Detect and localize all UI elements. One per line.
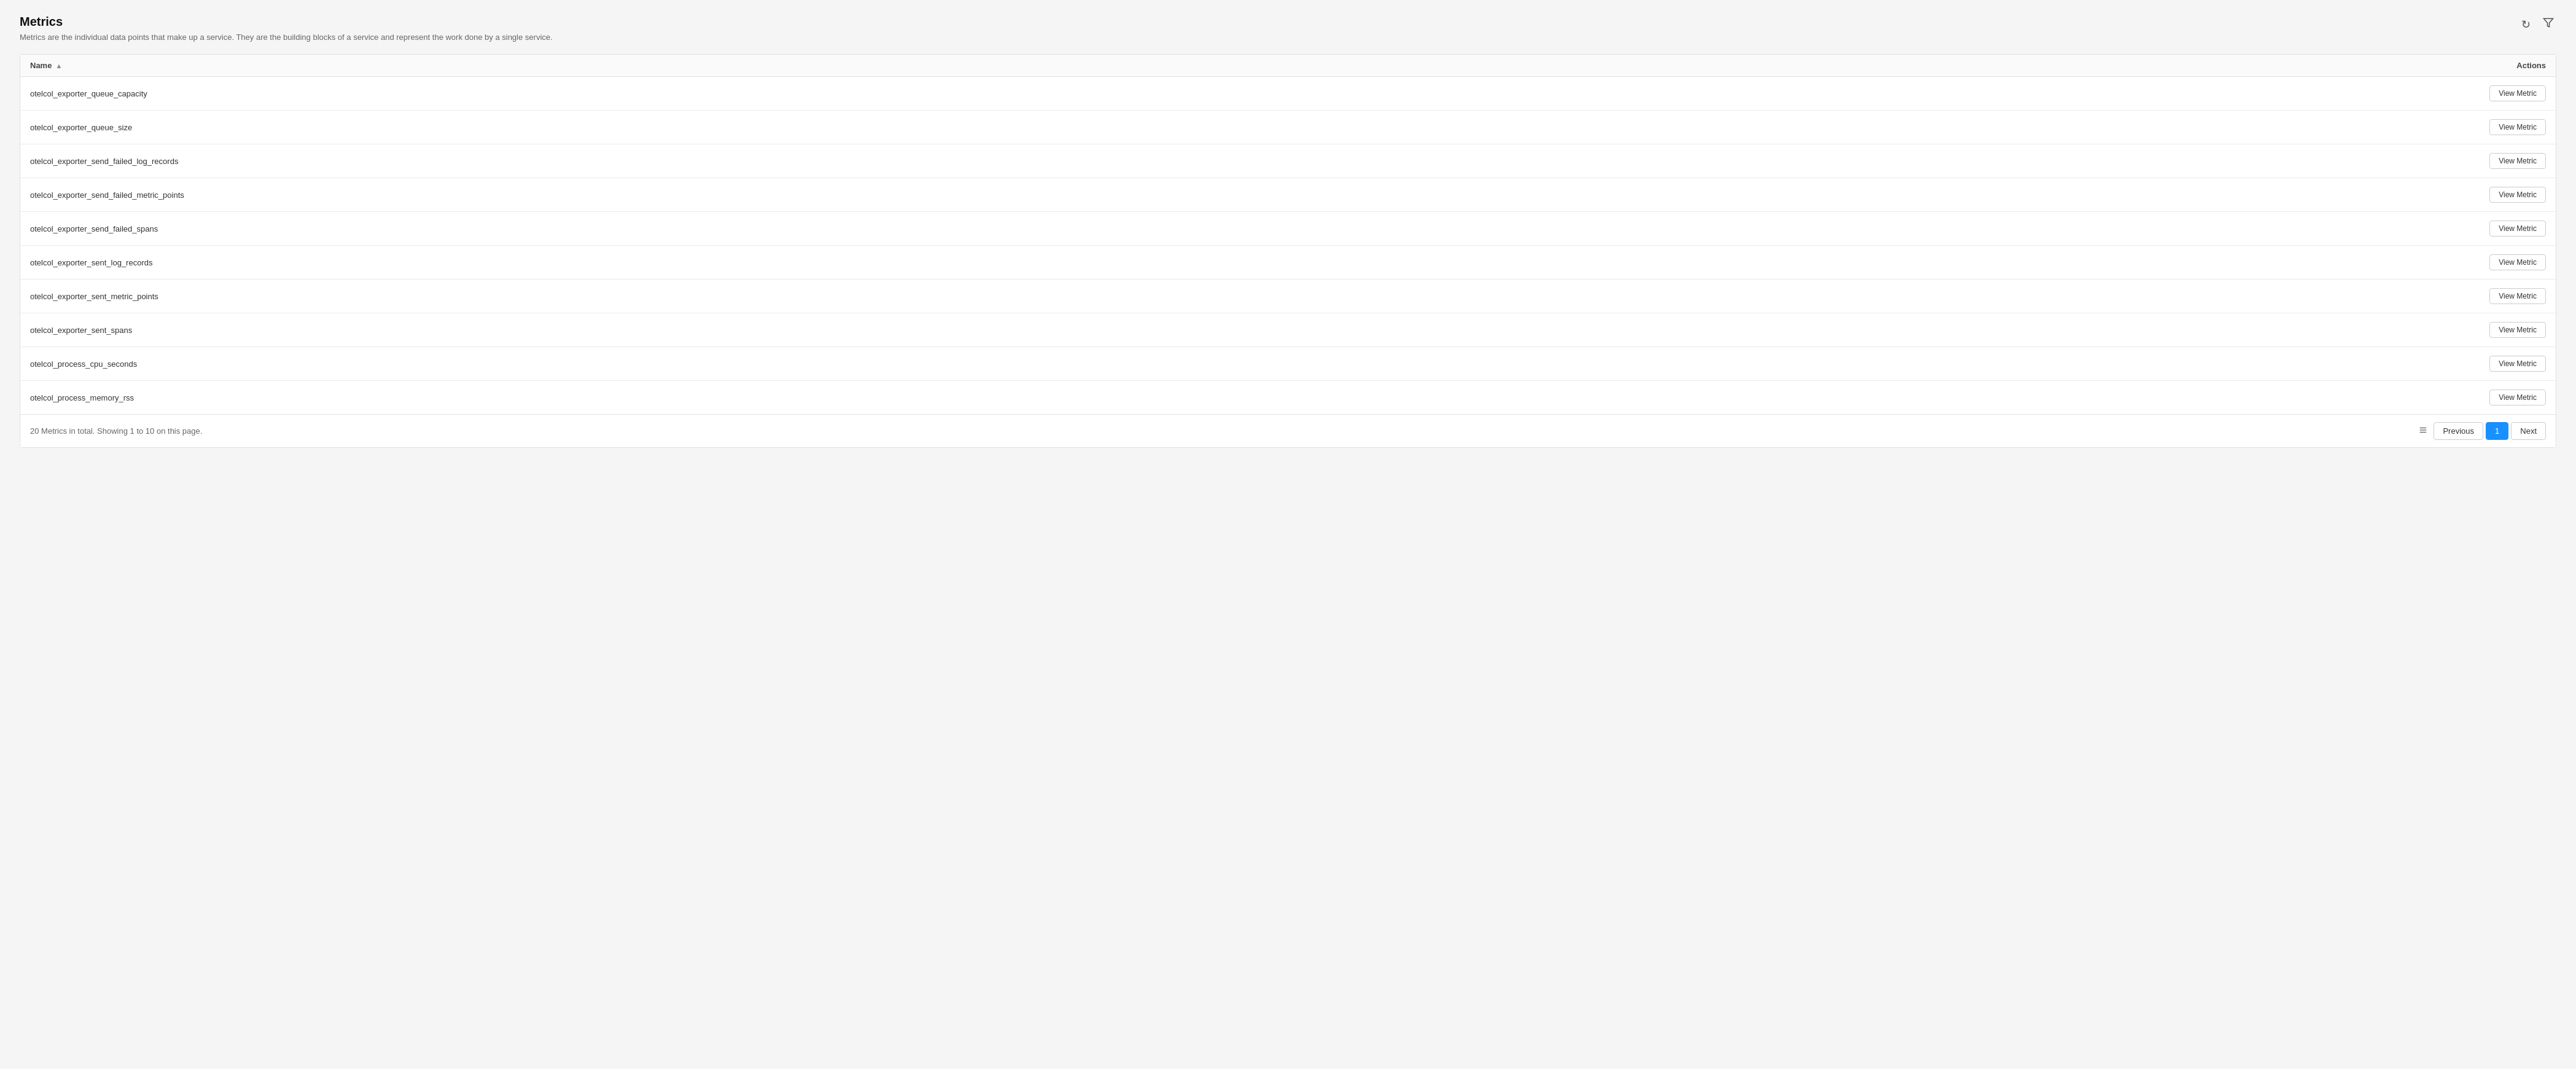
refresh-button[interactable]: ↻ xyxy=(2519,15,2533,34)
view-metric-button[interactable]: View Metric xyxy=(2489,153,2546,169)
metric-name: otelcol_exporter_sent_spans xyxy=(30,326,2489,335)
metric-name: otelcol_exporter_send_failed_log_records xyxy=(30,157,2489,166)
metric-name: otelcol_exporter_queue_size xyxy=(30,123,2489,132)
view-metric-button[interactable]: View Metric xyxy=(2489,288,2546,304)
table-row: otelcol_exporter_sent_spans View Metric xyxy=(20,313,2556,347)
table-row: otelcol_exporter_send_failed_log_records… xyxy=(20,144,2556,178)
table-row: otelcol_exporter_queue_size View Metric xyxy=(20,111,2556,144)
view-metric-button[interactable]: View Metric xyxy=(2489,322,2546,338)
footer-info: 20 Metrics in total. Showing 1 to 10 on … xyxy=(30,426,202,436)
table-row: otelcol_exporter_send_failed_metric_poin… xyxy=(20,178,2556,212)
view-metric-button[interactable]: View Metric xyxy=(2489,356,2546,372)
table-row: otelcol_process_cpu_seconds View Metric xyxy=(20,347,2556,381)
metric-name: otelcol_exporter_queue_capacity xyxy=(30,89,2489,98)
metric-name: otelcol_exporter_send_failed_metric_poin… xyxy=(30,190,2489,200)
refresh-icon: ↻ xyxy=(2521,18,2531,31)
view-metric-button[interactable]: View Metric xyxy=(2489,221,2546,237)
view-metric-button[interactable]: View Metric xyxy=(2489,254,2546,270)
table-header: Name ▲ Actions xyxy=(20,55,2556,77)
table-row: otelcol_process_memory_rss View Metric xyxy=(20,381,2556,414)
pagination-settings-icon[interactable] xyxy=(2415,423,2431,439)
view-metric-button[interactable]: View Metric xyxy=(2489,85,2546,101)
filter-icon xyxy=(2543,17,2554,31)
column-actions-header: Actions xyxy=(2460,61,2546,70)
svg-marker-0 xyxy=(2544,18,2553,27)
table-row: otelcol_exporter_queue_capacity View Met… xyxy=(20,77,2556,111)
metric-name: otelcol_exporter_sent_metric_points xyxy=(30,292,2489,301)
metric-name: otelcol_process_cpu_seconds xyxy=(30,359,2489,369)
page-title: Metrics xyxy=(20,15,2556,29)
next-button[interactable]: Next xyxy=(2511,422,2546,440)
page-description: Metrics are the individual data points t… xyxy=(20,33,2556,42)
table-footer: 20 Metrics in total. Showing 1 to 10 on … xyxy=(20,414,2556,447)
pagination: Previous 1 Next xyxy=(2415,422,2546,440)
column-name-header: Name ▲ xyxy=(30,61,2460,70)
metrics-table: Name ▲ Actions otelcol_exporter_queue_ca… xyxy=(20,54,2556,448)
view-metric-button[interactable]: View Metric xyxy=(2489,119,2546,135)
page-1-button[interactable]: 1 xyxy=(2486,422,2508,440)
metric-name: otelcol_exporter_sent_log_records xyxy=(30,258,2489,267)
table-row: otelcol_exporter_sent_metric_points View… xyxy=(20,280,2556,313)
view-metric-button[interactable]: View Metric xyxy=(2489,187,2546,203)
sort-icon: ▲ xyxy=(55,62,62,69)
metric-name: otelcol_exporter_send_failed_spans xyxy=(30,224,2489,233)
table-body: otelcol_exporter_queue_capacity View Met… xyxy=(20,77,2556,414)
table-row: otelcol_exporter_send_failed_spans View … xyxy=(20,212,2556,246)
previous-button[interactable]: Previous xyxy=(2434,422,2483,440)
view-metric-button[interactable]: View Metric xyxy=(2489,390,2546,405)
filter-button[interactable] xyxy=(2540,15,2556,34)
table-row: otelcol_exporter_sent_log_records View M… xyxy=(20,246,2556,280)
metric-name: otelcol_process_memory_rss xyxy=(30,393,2489,402)
